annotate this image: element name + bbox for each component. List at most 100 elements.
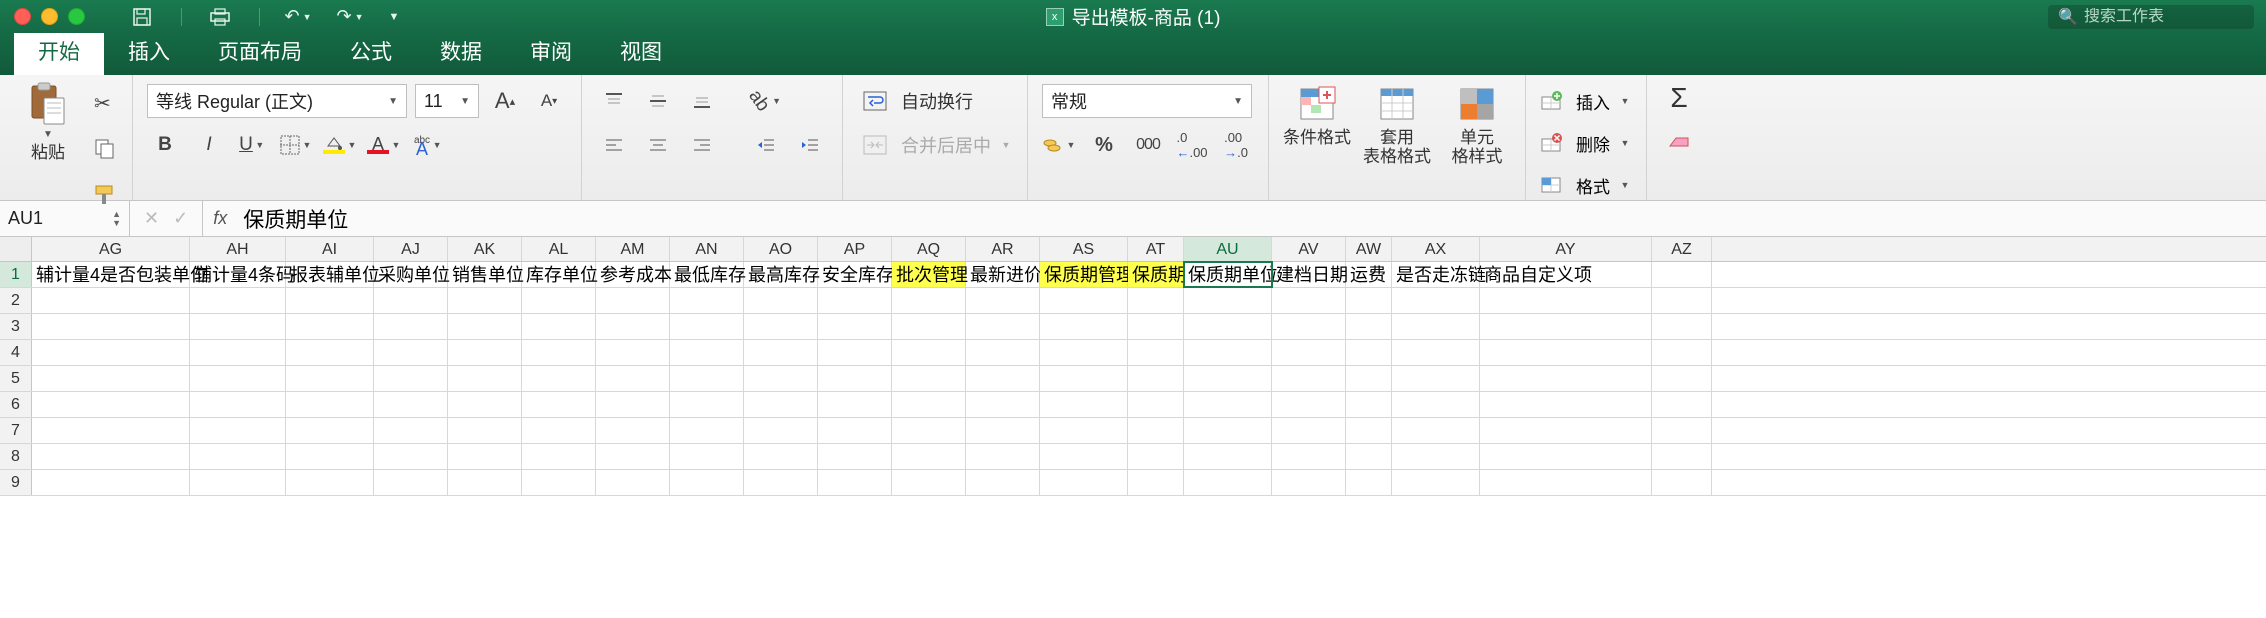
cell[interactable] [1040,444,1128,469]
cell[interactable] [1480,444,1652,469]
row-header[interactable]: 5 [0,366,32,391]
increase-font-icon[interactable]: A▴ [487,86,523,116]
cell[interactable] [892,314,966,339]
cell[interactable] [1652,366,1712,391]
cell[interactable] [286,340,374,365]
cell[interactable] [818,444,892,469]
tab-formulas[interactable]: 公式 [326,26,416,75]
cell[interactable] [1128,392,1184,417]
cell[interactable] [1040,418,1128,443]
format-table-button[interactable]: 套用 表格格式 [1363,83,1431,166]
cell[interactable] [1346,366,1392,391]
cell[interactable] [1392,288,1480,313]
cell[interactable] [892,418,966,443]
cell[interactable] [1480,392,1652,417]
wrap-text-label[interactable]: 自动换行 [901,88,973,114]
cell[interactable] [966,340,1040,365]
cell[interactable] [1346,392,1392,417]
cell[interactable] [596,392,670,417]
cell[interactable] [374,340,448,365]
cell[interactable] [744,418,818,443]
insert-cells-button[interactable]: 插入▼ [1540,83,1632,119]
cell[interactable] [1184,444,1272,469]
cell[interactable] [374,392,448,417]
tab-insert[interactable]: 插入 [104,26,194,75]
copy-icon[interactable] [94,138,116,160]
font-size-select[interactable]: 11▼ [415,84,479,118]
cell[interactable] [1128,288,1184,313]
cell[interactable]: 辅计量4是否包装单位 [32,262,190,287]
cell[interactable] [1184,418,1272,443]
column-header[interactable]: AW [1346,237,1392,261]
cell[interactable] [448,340,522,365]
tab-home[interactable]: 开始 [14,26,104,75]
cell[interactable] [1480,366,1652,391]
cell[interactable] [448,418,522,443]
cell[interactable] [1128,470,1184,495]
cell[interactable] [892,340,966,365]
cell[interactable] [1346,418,1392,443]
cell-styles-button[interactable]: 单元 格样式 [1443,83,1511,166]
spreadsheet-grid[interactable]: AGAHAIAJAKALAMANAOAPAQARASATAUAVAWAXAYAZ… [0,237,2266,496]
cell[interactable] [374,444,448,469]
cell[interactable] [1184,340,1272,365]
percent-icon[interactable]: % [1086,130,1122,160]
cell[interactable] [1652,392,1712,417]
cell[interactable]: 最新进价 [966,262,1040,287]
cell[interactable] [374,418,448,443]
cell[interactable] [966,418,1040,443]
cell[interactable] [1652,288,1712,313]
cell[interactable] [1346,444,1392,469]
cell[interactable] [522,314,596,339]
cell[interactable] [596,314,670,339]
cell[interactable] [966,444,1040,469]
column-header[interactable]: AS [1040,237,1128,261]
cell[interactable] [966,470,1040,495]
cell[interactable] [1392,418,1480,443]
cell[interactable] [892,392,966,417]
cell[interactable] [1652,444,1712,469]
cell[interactable] [1128,314,1184,339]
cell[interactable] [1480,418,1652,443]
zoom-window-button[interactable] [68,8,85,25]
paste-button[interactable]: ▼ 粘贴 [14,83,82,163]
cell[interactable]: 辅计量4条码 [190,262,286,287]
cell[interactable] [966,288,1040,313]
close-window-button[interactable] [14,8,31,25]
name-box[interactable]: AU1 ▲▼ [0,201,130,237]
cell[interactable] [1184,470,1272,495]
cell[interactable] [818,418,892,443]
column-header[interactable]: AY [1480,237,1652,261]
cell[interactable] [818,340,892,365]
row-header[interactable]: 7 [0,418,32,443]
cell[interactable] [818,470,892,495]
cell[interactable] [448,444,522,469]
format-cells-button[interactable]: 格式▼ [1540,167,1632,203]
select-all-corner[interactable] [0,237,32,261]
cell[interactable] [1272,470,1346,495]
cell[interactable] [670,444,744,469]
column-header[interactable]: AP [818,237,892,261]
confirm-edit-icon[interactable]: ✓ [173,208,188,229]
cell[interactable] [1272,444,1346,469]
conditional-format-button[interactable]: 条件格式 [1283,83,1351,148]
cell[interactable] [1480,314,1652,339]
font-name-select[interactable]: 等线 Regular (正文)▼ [147,84,407,118]
cell[interactable] [1128,444,1184,469]
bold-button[interactable]: B [147,130,183,160]
cut-icon[interactable]: ✂ [94,91,111,116]
cell[interactable] [1040,470,1128,495]
clear-icon[interactable] [1661,127,1697,157]
column-header[interactable]: AR [966,237,1040,261]
cell[interactable] [596,444,670,469]
row-header[interactable]: 6 [0,392,32,417]
align-left-icon[interactable] [596,130,632,160]
cell[interactable] [286,314,374,339]
align-center-icon[interactable] [640,130,676,160]
cell[interactable] [32,470,190,495]
cell[interactable] [1480,470,1652,495]
cell[interactable] [966,366,1040,391]
cell[interactable]: 保质期管理 [1040,262,1128,287]
cell[interactable]: 安全库存 [818,262,892,287]
cell[interactable] [32,366,190,391]
